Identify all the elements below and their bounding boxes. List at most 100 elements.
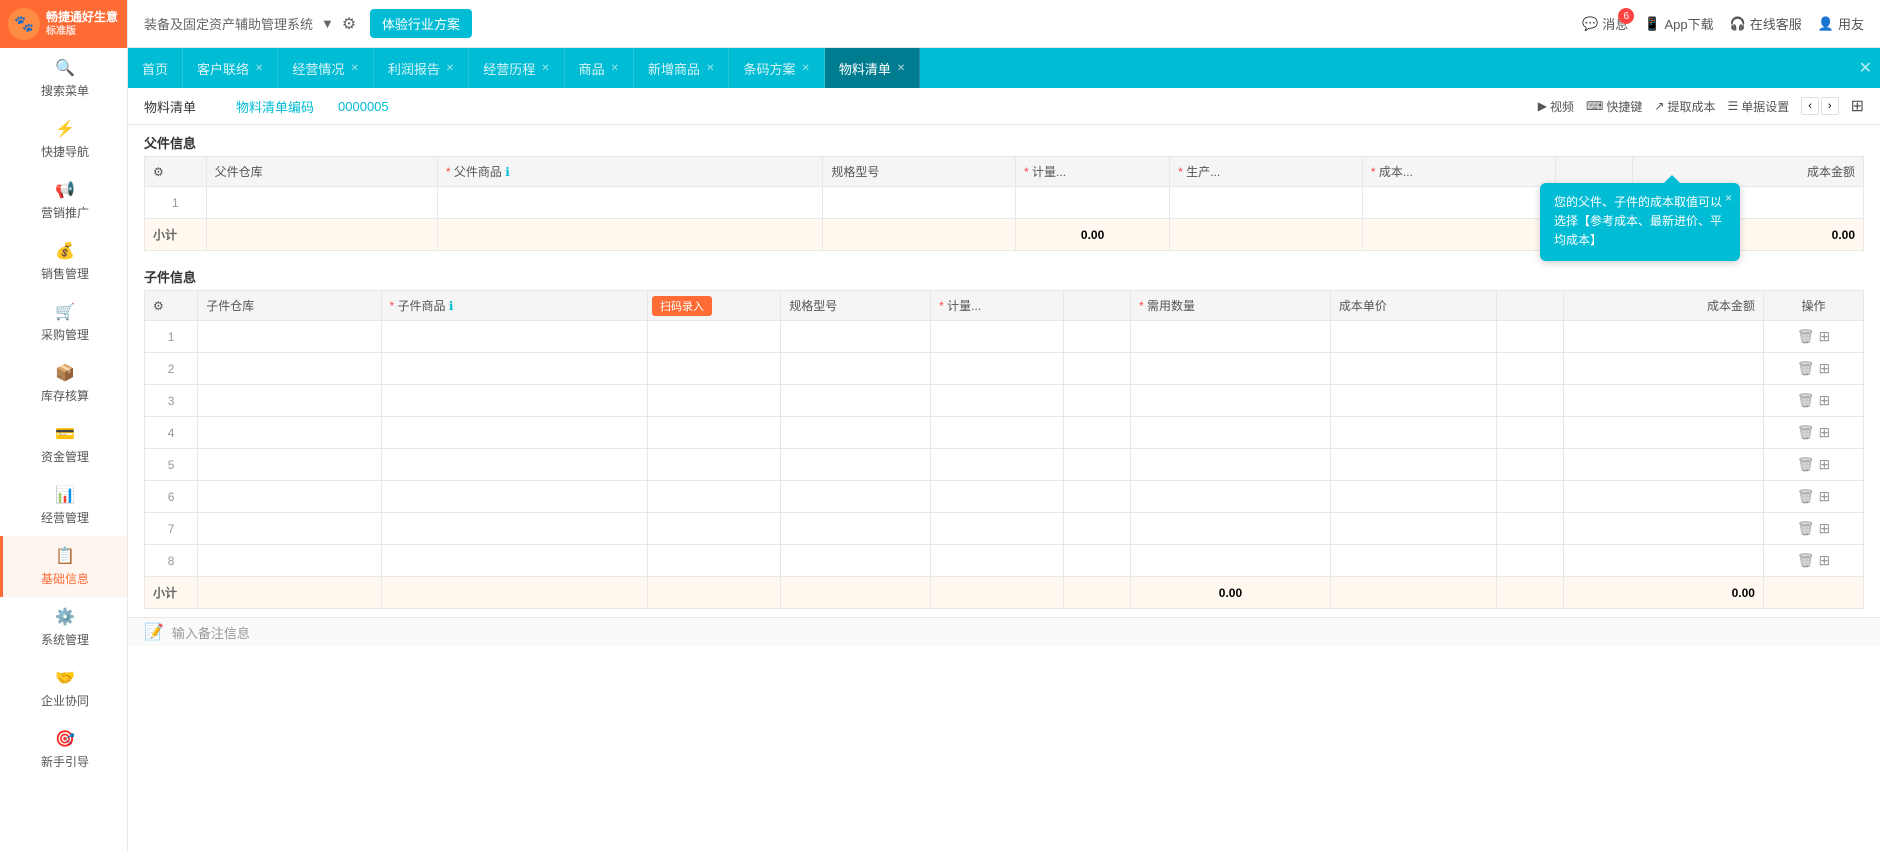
close-all-tabs-btn[interactable]: ✕ — [1851, 58, 1880, 78]
delete-icon[interactable]: 🗑 — [1797, 520, 1815, 537]
child-qty-cell[interactable] — [1131, 417, 1331, 449]
copy-icon[interactable]: ⊞ — [1819, 328, 1831, 345]
tab-new-goods[interactable]: 新增商品 ✕ — [634, 48, 729, 88]
parent-cost-cell[interactable] — [1362, 187, 1555, 219]
sidebar-item-inventory[interactable]: 📦 库存核算 — [0, 353, 127, 414]
copy-icon[interactable]: ⊞ — [1819, 488, 1831, 505]
sidebar-item-basic[interactable]: 📋 基础信息 — [0, 536, 127, 597]
child-spec-cell[interactable] — [781, 385, 931, 417]
child-qty-cell[interactable] — [1131, 513, 1331, 545]
child-goods-cell[interactable] — [381, 353, 648, 385]
child-unit-price-cell[interactable] — [1330, 417, 1497, 449]
child-unit-price-cell[interactable] — [1330, 545, 1497, 577]
copy-icon[interactable]: ⊞ — [1819, 360, 1831, 377]
settings-icon[interactable]: ⚙ — [342, 14, 362, 34]
child-warehouse-cell[interactable] — [198, 385, 381, 417]
delete-icon[interactable]: 🗑 — [1797, 552, 1815, 569]
sidebar-item-purchase[interactable]: 🛒 采购管理 — [0, 292, 127, 353]
child-warehouse-cell[interactable] — [198, 417, 381, 449]
parent-production-cell[interactable] — [1170, 187, 1363, 219]
child-warehouse-cell[interactable] — [198, 545, 381, 577]
child-warehouse-cell[interactable] — [198, 481, 381, 513]
view-action[interactable]: ▶ 视频 — [1538, 98, 1574, 115]
child-unit-cell[interactable] — [931, 513, 1064, 545]
tab-close-icon[interactable]: ✕ — [446, 63, 454, 74]
child-warehouse-cell[interactable] — [198, 353, 381, 385]
extract-cost-action[interactable]: ↗ 提取成本 — [1654, 98, 1715, 115]
child-goods-cell[interactable] — [381, 481, 648, 513]
sidebar-item-finance[interactable]: 💳 资金管理 — [0, 414, 127, 475]
child-warehouse-cell[interactable] — [198, 321, 381, 353]
tab-close-icon[interactable]: ✕ — [801, 63, 809, 74]
next-arrow[interactable]: › — [1821, 97, 1839, 115]
scan-input-btn[interactable]: 扫码录入 — [652, 296, 712, 316]
child-spec-cell[interactable] — [781, 417, 931, 449]
child-qty-cell[interactable] — [1131, 321, 1331, 353]
child-goods-cell[interactable] — [381, 513, 648, 545]
tab-close-icon[interactable]: ✕ — [541, 63, 549, 74]
tab-close-icon[interactable]: ✕ — [350, 63, 358, 74]
child-qty-cell[interactable] — [1131, 481, 1331, 513]
tab-close-icon[interactable]: ✕ — [706, 63, 714, 74]
child-unit-cell[interactable] — [931, 449, 1064, 481]
copy-icon[interactable]: ⊞ — [1819, 552, 1831, 569]
sidebar-item-marketing[interactable]: 📢 营销推广 — [0, 170, 127, 231]
tooltip-close-btn[interactable]: × — [1725, 189, 1732, 208]
experience-button[interactable]: 体验行业方案 — [370, 9, 472, 38]
delete-icon[interactable]: 🗑 — [1797, 328, 1815, 345]
dropdown-arrow-icon[interactable]: ▼ — [321, 16, 334, 31]
tab-barcode[interactable]: 条码方案 ✕ — [729, 48, 824, 88]
tab-close-icon[interactable]: ✕ — [897, 63, 905, 74]
tab-close-icon[interactable]: ✕ — [255, 63, 263, 74]
tab-goods[interactable]: 商品 ✕ — [565, 48, 634, 88]
grid-view-icon[interactable]: ⊞ — [1851, 96, 1864, 116]
child-qty-cell[interactable] — [1131, 353, 1331, 385]
child-unit-price-cell[interactable] — [1330, 481, 1497, 513]
delete-icon[interactable]: 🗑 — [1797, 360, 1815, 377]
child-goods-cell[interactable] — [381, 545, 648, 577]
child-spec-cell[interactable] — [781, 545, 931, 577]
child-goods-cell[interactable] — [381, 385, 648, 417]
child-unit-price-cell[interactable] — [1330, 513, 1497, 545]
child-spec-cell[interactable] — [781, 353, 931, 385]
delete-icon[interactable]: 🗑 — [1797, 456, 1815, 473]
sidebar-item-enterprise[interactable]: 🤝 企业协同 — [0, 658, 127, 719]
child-unit-cell[interactable] — [931, 353, 1064, 385]
sidebar-item-sales[interactable]: 💰 销售管理 — [0, 231, 127, 292]
parent-goods-cell[interactable] — [437, 187, 822, 219]
child-qty-cell[interactable] — [1131, 385, 1331, 417]
child-goods-cell[interactable] — [381, 417, 648, 449]
child-unit-cell[interactable] — [931, 385, 1064, 417]
hint-text[interactable]: 输入备注信息 — [172, 623, 250, 642]
sidebar-item-search[interactable]: 🔍 搜索菜单 — [0, 48, 127, 109]
sidebar-item-operations[interactable]: 📊 经营管理 — [0, 475, 127, 536]
child-warehouse-cell[interactable] — [198, 513, 381, 545]
online-service-btn[interactable]: 🎧 在线客服 — [1730, 14, 1802, 33]
child-spec-cell[interactable] — [781, 449, 931, 481]
bill-settings-action[interactable]: ☰ 单据设置 — [1727, 98, 1789, 115]
child-spec-cell[interactable] — [781, 321, 931, 353]
parent-warehouse-cell[interactable] — [206, 187, 437, 219]
tab-customer[interactable]: 客户联络 ✕ — [183, 48, 278, 88]
child-spec-cell[interactable] — [781, 513, 931, 545]
copy-icon[interactable]: ⊞ — [1819, 520, 1831, 537]
child-spec-cell[interactable] — [781, 481, 931, 513]
shortcut-action[interactable]: ⌨ 快捷键 — [1586, 98, 1642, 115]
tab-operations[interactable]: 经营情况 ✕ — [278, 48, 373, 88]
message-btn[interactable]: 💬 6 消息 — [1582, 14, 1628, 33]
prev-arrow[interactable]: ‹ — [1801, 97, 1819, 115]
breadcrumb-parent[interactable]: 物料清单 — [144, 97, 196, 116]
child-qty-cell[interactable] — [1131, 449, 1331, 481]
tab-profit[interactable]: 利润报告 ✕ — [374, 48, 469, 88]
child-unit-cell[interactable] — [931, 321, 1064, 353]
child-unit-price-cell[interactable] — [1330, 449, 1497, 481]
tab-home[interactable]: 首页 — [128, 48, 183, 88]
child-unit-price-cell[interactable] — [1330, 385, 1497, 417]
app-download-btn[interactable]: 📱 App下载 — [1644, 14, 1713, 33]
user-btn[interactable]: 👤 用友 — [1818, 14, 1864, 33]
sidebar-item-system[interactable]: ⚙️ 系统管理 — [0, 597, 127, 658]
delete-icon[interactable]: 🗑 — [1797, 392, 1815, 409]
child-goods-cell[interactable] — [381, 321, 648, 353]
delete-icon[interactable]: 🗑 — [1797, 488, 1815, 505]
delete-icon[interactable]: 🗑 — [1797, 424, 1815, 441]
